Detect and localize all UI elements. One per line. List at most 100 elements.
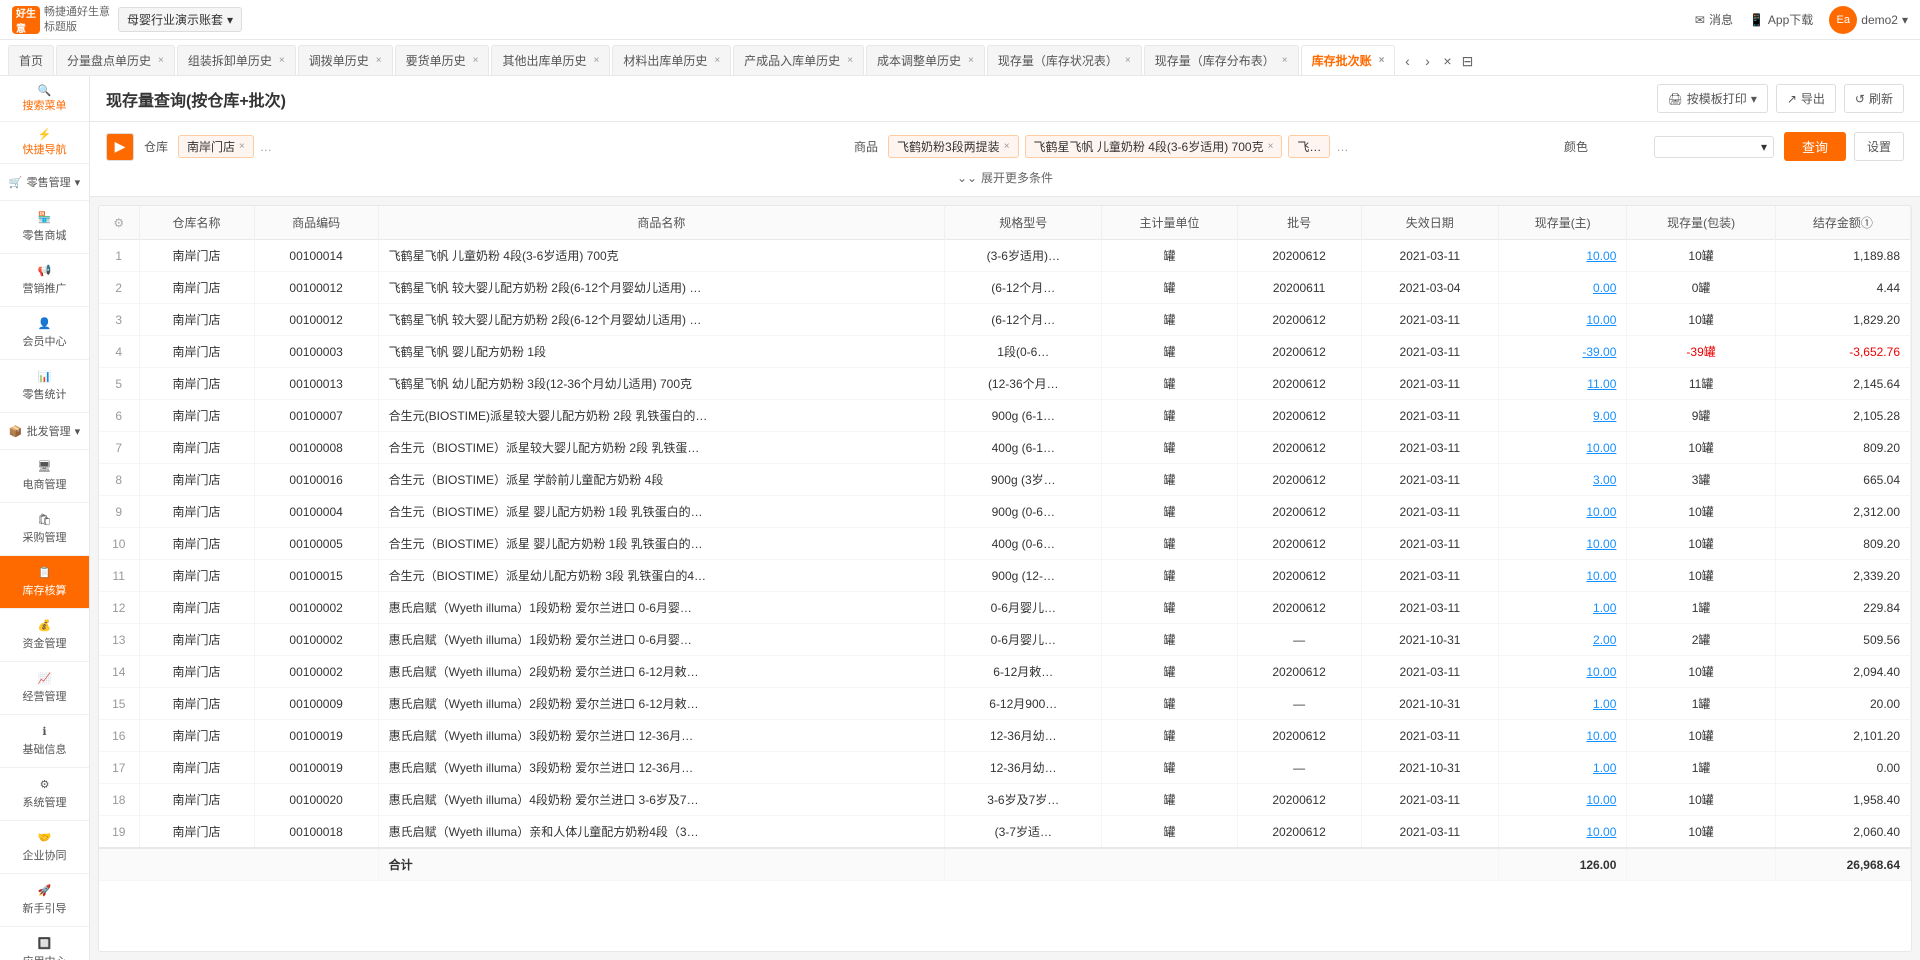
sidebar-item-operations[interactable]: 📈 经营管理	[0, 662, 89, 715]
template-print-btn[interactable]: 🖨 按模板打印 ▾	[1657, 84, 1768, 113]
cell-qty-main[interactable]: 10.00	[1498, 240, 1626, 272]
cell-qty-main[interactable]: 9.00	[1498, 400, 1626, 432]
cell-qty-main[interactable]: 10.00	[1498, 656, 1626, 688]
tab-6[interactable]: 材料出库单历史 ×	[612, 45, 731, 75]
cell-code: 00100004	[254, 496, 378, 528]
tab-10[interactable]: 现存量（库存分布表） ×	[1144, 45, 1299, 75]
product-tag-3[interactable]: 飞…	[1288, 135, 1330, 158]
sidebar-item-inventory[interactable]: 📋 库存核算	[0, 556, 89, 609]
setting-btn[interactable]: 设置	[1854, 132, 1904, 161]
breadcrumb-select[interactable]: 母婴行业演示账套 ▾	[118, 7, 242, 32]
settings-icon[interactable]: ⚙	[113, 216, 124, 230]
tab-close-icon[interactable]: ×	[376, 55, 382, 66]
sidebar-item-retail-mgmt[interactable]: 🛒 零售管理 ▾	[0, 164, 89, 201]
color-dropdown[interactable]: ▾	[1654, 136, 1774, 158]
filter-nav-btn[interactable]: ▶	[106, 133, 134, 161]
tab-3[interactable]: 调拨单历史 ×	[298, 45, 393, 75]
cell-amount: 2,312.00	[1775, 496, 1910, 528]
tab-close-icon[interactable]: ×	[1379, 55, 1385, 66]
tab-close-icon[interactable]: ×	[714, 55, 720, 66]
footer-label: 合计	[378, 848, 944, 881]
tab-1[interactable]: 分量盘点单历史 ×	[56, 45, 175, 75]
product-more-btn[interactable]: …	[1336, 140, 1348, 154]
app-download-btn[interactable]: 📱 App下载	[1749, 11, 1813, 28]
tab-prev-btn[interactable]: ‹	[1397, 47, 1417, 75]
cell-qty-main[interactable]: -39.00	[1498, 336, 1626, 368]
product-tag-2[interactable]: 飞鹤星飞帆 儿童奶粉 4段(3-6岁适用) 700克 ×	[1025, 135, 1283, 158]
cell-qty-main[interactable]: 3.00	[1498, 464, 1626, 496]
cell-qty-main[interactable]: 0.00	[1498, 272, 1626, 304]
expand-conditions-btn[interactable]: ⌄⌄ 展开更多条件	[106, 169, 1904, 186]
sidebar-item-wholesale[interactable]: 📦 批发管理 ▾	[0, 413, 89, 450]
tab-4[interactable]: 要货单历史 ×	[395, 45, 490, 75]
sidebar-item-finance[interactable]: 💰 资金管理	[0, 609, 89, 662]
sidebar-item-marketing[interactable]: 📢 营销推广	[0, 254, 89, 307]
row-number: 11	[99, 560, 139, 592]
cell-qty-main[interactable]: 11.00	[1498, 368, 1626, 400]
tag-close-icon[interactable]: ×	[1004, 141, 1010, 152]
cell-qty-main[interactable]: 1.00	[1498, 592, 1626, 624]
tab-11-active[interactable]: 库存批次账 ×	[1301, 45, 1396, 75]
sidebar-quick-nav[interactable]: ⚡ 快捷导航	[0, 122, 89, 164]
cell-qty-main[interactable]: 10.00	[1498, 496, 1626, 528]
cell-qty-main[interactable]: 10.00	[1498, 816, 1626, 849]
sidebar-item-retail-stats[interactable]: 📊 零售统计	[0, 360, 89, 413]
tab-close-all-btn[interactable]: ×	[1437, 47, 1457, 75]
tab-home[interactable]: 首页	[8, 45, 54, 75]
cell-qty-main[interactable]: 10.00	[1498, 784, 1626, 816]
cell-expiry: 2021-03-11	[1361, 400, 1498, 432]
tab-8[interactable]: 成本调整单历史 ×	[866, 45, 985, 75]
query-btn[interactable]: 查询	[1784, 132, 1846, 161]
cell-code: 00100019	[254, 720, 378, 752]
warehouse-tag[interactable]: 南岸门店 ×	[178, 135, 254, 158]
cell-warehouse: 南岸门店	[139, 464, 254, 496]
sidebar-item-retail-mall[interactable]: 🏪 零售商城	[0, 201, 89, 254]
tab-close-icon[interactable]: ×	[968, 55, 974, 66]
cell-qty-main[interactable]: 10.00	[1498, 720, 1626, 752]
cell-qty-main[interactable]: 10.00	[1498, 304, 1626, 336]
tab-2[interactable]: 组装拆卸单历史 ×	[177, 45, 296, 75]
tab-close-icon[interactable]: ×	[1282, 55, 1288, 66]
sidebar-item-members[interactable]: 👤 会员中心	[0, 307, 89, 360]
user-menu[interactable]: Ea demo2 ▾	[1829, 6, 1908, 34]
sidebar-item-app-center[interactable]: 🔲 应用中心	[0, 927, 89, 960]
message-btn[interactable]: ✉ 消息	[1695, 11, 1733, 28]
sidebar-item-system[interactable]: ⚙ 系统管理	[0, 768, 89, 821]
sidebar-item-guide[interactable]: 🚀 新手引导	[0, 874, 89, 927]
sidebar-search[interactable]: 🔍 搜索菜单	[0, 76, 89, 122]
cell-qty-main[interactable]: 10.00	[1498, 432, 1626, 464]
tab-7[interactable]: 产成品入库单历史 ×	[733, 45, 864, 75]
cell-qty-main[interactable]: 2.00	[1498, 624, 1626, 656]
sidebar-item-purchase[interactable]: 🛍 采购管理	[0, 503, 89, 556]
sidebar-item-collab[interactable]: 🤝 企业协同	[0, 821, 89, 874]
refresh-btn[interactable]: ↺ 刷新	[1844, 84, 1904, 113]
tab-5[interactable]: 其他出库单历史 ×	[491, 45, 610, 75]
tab-close-icon[interactable]: ×	[473, 55, 479, 66]
tab-next-btn[interactable]: ›	[1417, 47, 1437, 75]
sidebar-item-basic-info[interactable]: ℹ 基础信息	[0, 715, 89, 768]
tab-close-icon[interactable]: ×	[1125, 55, 1131, 66]
tab-close-icon[interactable]: ×	[593, 55, 599, 66]
cell-qty-pkg: 10罐	[1627, 720, 1775, 752]
export-btn[interactable]: ↗ 导出	[1776, 84, 1836, 113]
sidebar-item-ecommerce[interactable]: 🖥 电商管理	[0, 450, 89, 503]
filter-more-btn[interactable]: …	[260, 140, 272, 154]
tag-close-icon[interactable]: ×	[239, 141, 245, 152]
cell-qty-main[interactable]: 10.00	[1498, 560, 1626, 592]
product-tag-1[interactable]: 飞鹤奶粉3段两提装 ×	[888, 135, 1019, 158]
cell-qty-main[interactable]: 1.00	[1498, 688, 1626, 720]
col-gear: ⚙	[99, 206, 139, 240]
cell-spec: (3-7岁适…	[945, 816, 1102, 849]
cell-amount: 20.00	[1775, 688, 1910, 720]
cell-batch: 20200612	[1237, 784, 1361, 816]
tab-menu-btn[interactable]: ⊟	[1457, 47, 1477, 75]
cell-qty-main[interactable]: 10.00	[1498, 528, 1626, 560]
tab-close-icon[interactable]: ×	[158, 55, 164, 66]
tab-close-icon[interactable]: ×	[279, 55, 285, 66]
tab-9[interactable]: 现存量（库存状况表） ×	[987, 45, 1142, 75]
tab-close-icon[interactable]: ×	[847, 55, 853, 66]
tag-close-icon[interactable]: ×	[1268, 141, 1274, 152]
cell-qty-main[interactable]: 1.00	[1498, 752, 1626, 784]
cell-unit: 罐	[1102, 528, 1237, 560]
store-icon: 🏪	[38, 211, 52, 224]
